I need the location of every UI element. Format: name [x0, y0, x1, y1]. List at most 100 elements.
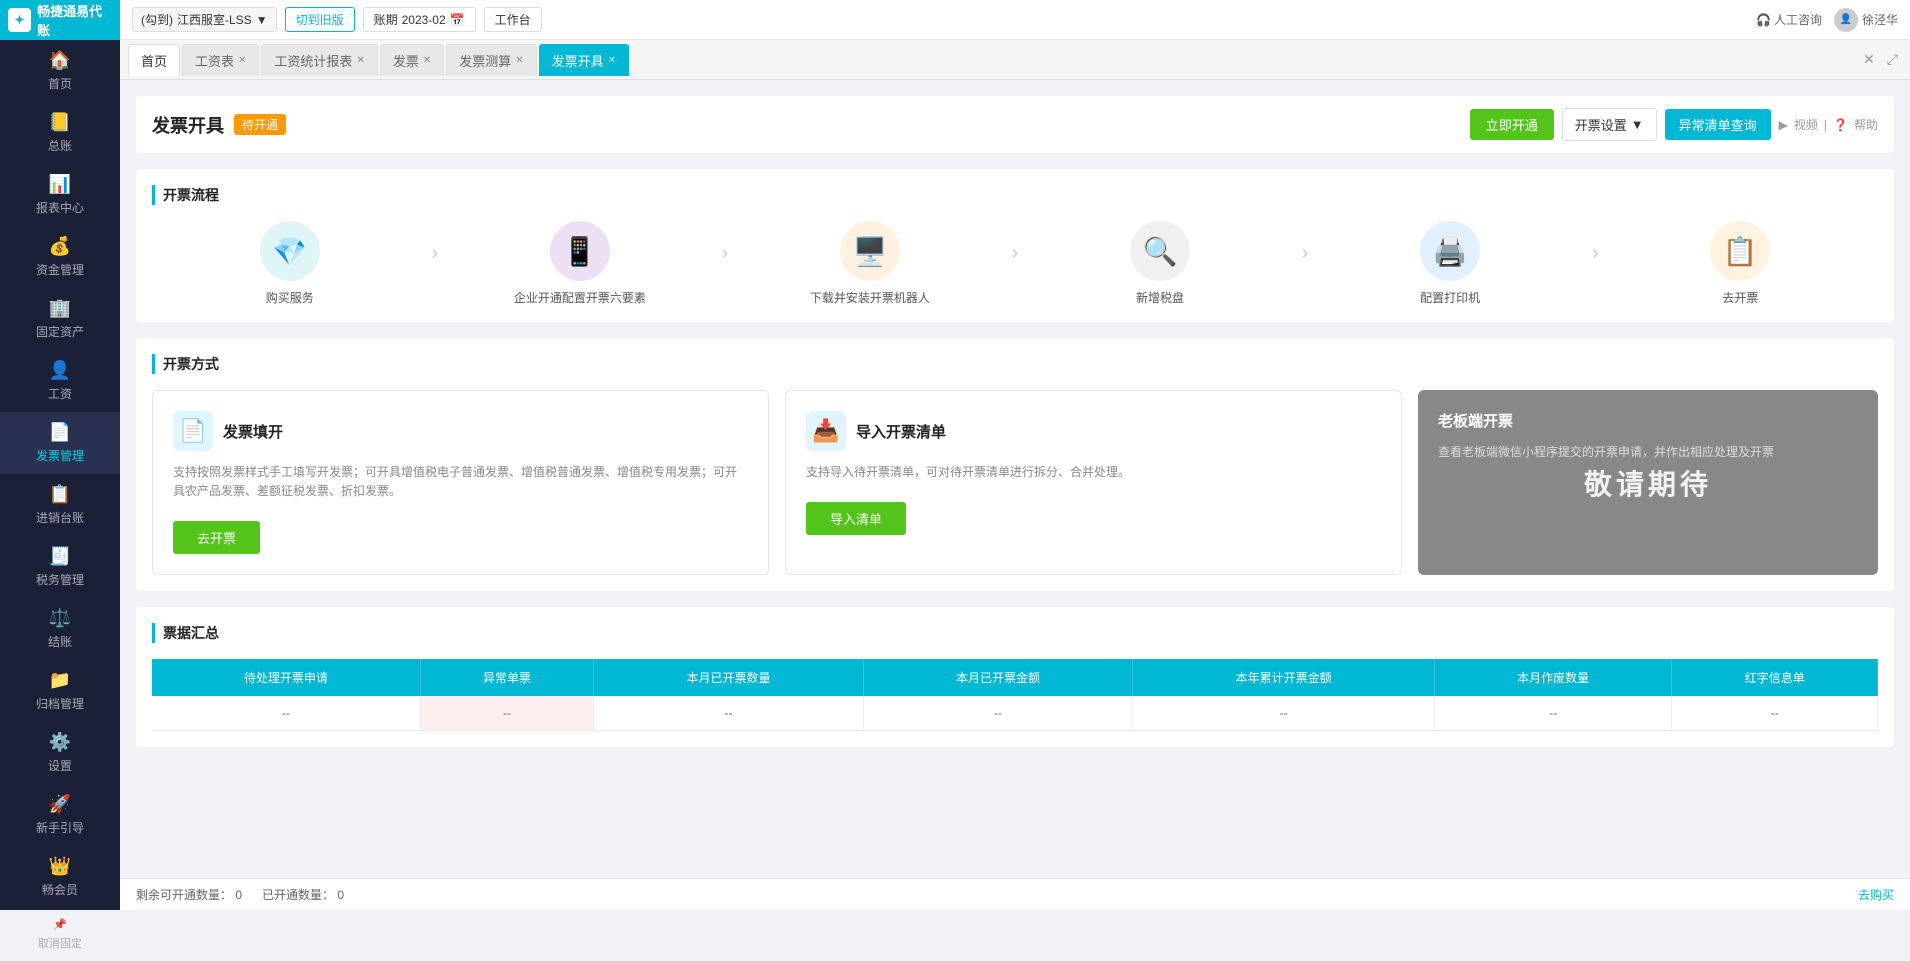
sidebar-item-guide[interactable]: 🚀 新手引导 [0, 784, 120, 846]
flow-arrow-1: › [431, 242, 438, 285]
coming-soon-text: 敬请期待 [1584, 463, 1712, 503]
method-cards: 📄 发票填开 支持按照发票样式手工填写开发票；可开具增值税电子普通发票、增值税普… [152, 390, 1878, 575]
salary-icon: 👤 [49, 360, 71, 381]
buy-link[interactable]: 去购买 [1858, 886, 1894, 903]
fill-card-btn[interactable]: 去开票 [173, 521, 260, 554]
sidebar-item-purchase[interactable]: 📋 进销台账 [0, 474, 120, 536]
col-void-qty: 本月作废数量 [1434, 659, 1672, 696]
sidebar-label-settings: 设置 [48, 757, 72, 774]
flow-step-setup[interactable]: 📱 企业开通配置开票六要素 [442, 221, 717, 306]
topbar: (勾到) 江西服室-LSS ▼ 切到旧版 账期 2023-02 📅 工作台 🎧 … [120, 0, 1910, 40]
workspace-btn[interactable]: 工作台 [484, 7, 542, 32]
flow-step-buy-label: 购买服务 [266, 289, 314, 306]
tab-invoice-calc[interactable]: 发票测算 ✕ [446, 44, 536, 76]
sidebar-item-tax[interactable]: 🧾 税务管理 [0, 536, 120, 598]
tabbar-actions: ✕ ⤢ [1859, 49, 1902, 70]
page-tools: ▶ 视频 | ❓ 帮助 [1779, 116, 1878, 133]
pin-icon: 📌 [53, 918, 67, 931]
flow-step-printer[interactable]: 🖨️ 配置打印机 [1312, 221, 1587, 306]
abnormal-query-btn[interactable]: 异常清单查询 [1665, 109, 1771, 140]
flow-section: 开票流程 💎 购买服务 › 📱 企业开通配置开票六要素 › 🖥️ 下载并安装开票… [136, 169, 1894, 322]
restore-tab-btn[interactable]: ⤢ [1883, 49, 1902, 70]
tab-invoice-calc-close[interactable]: ✕ [515, 55, 523, 66]
sidebar-item-archive[interactable]: 📁 归档管理 [0, 660, 120, 722]
statusbar-left: 剩余可开通数量： 0 已开通数量： 0 [136, 886, 344, 903]
flow-arrow-2: › [722, 242, 729, 285]
support-btn[interactable]: 🎧 人工咨询 [1756, 11, 1822, 28]
sidebar-item-reports[interactable]: 📊 报表中心 [0, 164, 120, 226]
video-tool-icon: ▶ [1779, 118, 1788, 132]
switch-to-old-btn[interactable]: 切到旧版 [285, 7, 355, 32]
video-tool-label[interactable]: 视频 [1794, 116, 1818, 133]
user-name: 徐泾华 [1862, 11, 1898, 28]
flow-step-taxbox-label: 新增税盘 [1136, 289, 1184, 306]
sidebar-item-invoice[interactable]: 📄 发票管理 [0, 412, 120, 474]
flow-step-issue[interactable]: 📋 去开票 [1603, 221, 1878, 306]
main-area: (勾到) 江西服室-LSS ▼ 切到旧版 账期 2023-02 📅 工作台 🎧 … [120, 0, 1910, 910]
page-header: 发票开具 待开通 立即开通 开票设置 ▼ 异常清单查询 ▶ 视频 | ❓ 帮助 [136, 96, 1894, 153]
flow-step-setup-label: 企业开通配置开票六要素 [514, 289, 646, 306]
tab-salary-stats[interactable]: 工资统计报表 ✕ [261, 44, 377, 76]
sidebar-item-home[interactable]: 🏠 首页 [0, 40, 120, 102]
page-content: 发票开具 待开通 立即开通 开票设置 ▼ 异常清单查询 ▶ 视频 | ❓ 帮助 [120, 80, 1910, 878]
pin-toggle[interactable]: 📌 取消固定 [0, 908, 120, 961]
fill-card-title: 发票填开 [223, 421, 283, 442]
tab-invoice-issue[interactable]: 发票开具 ✕ [539, 44, 629, 76]
topbar-left: (勾到) 江西服室-LSS ▼ 切到旧版 账期 2023-02 📅 工作台 [132, 7, 542, 32]
flow-step-download[interactable]: 🖥️ 下载并安装开票机器人 [732, 221, 1007, 306]
sidebar-label-invoice: 发票管理 [36, 447, 84, 464]
tab-salary-stats-close[interactable]: ✕ [356, 55, 364, 66]
sidebar-item-salary[interactable]: 👤 工资 [0, 350, 120, 412]
sidebar-item-funds[interactable]: 💰 资金管理 [0, 226, 120, 288]
method-card-import: 📥 导入开票清单 支持导入待开票清单，可对待开票清单进行拆分、合并处理。 导入清… [785, 390, 1402, 575]
sidebar-item-ledger[interactable]: 📒 总账 [0, 102, 120, 164]
flow-step-taxbox-icon: 🔍 [1130, 221, 1190, 281]
col-month-qty: 本月已开票数量 [594, 659, 864, 696]
old-card-overlay: 敬请期待 [1418, 390, 1878, 575]
app-logo: ✦ 畅捷通易代账 [0, 0, 120, 40]
tab-salary-table[interactable]: 工资表 ✕ [182, 44, 259, 76]
home-icon: 🏠 [49, 50, 71, 71]
sidebar-label-purchase: 进销台账 [36, 509, 84, 526]
flow-step-printer-icon: 🖨️ [1420, 221, 1480, 281]
opened-value: 0 [337, 888, 344, 902]
flow-section-title: 开票流程 [152, 185, 1878, 205]
fill-card-desc: 支持按照发票样式手工填写开发票；可开具增值税电子普通发票、增值税普通发票、增值税… [173, 463, 748, 501]
sidebar-item-vip[interactable]: 👑 畅会员 [0, 846, 120, 908]
topbar-right: 🎧 人工咨询 👤 徐泾华 [1756, 8, 1898, 32]
page-actions: 立即开通 开票设置 ▼ 异常清单查询 ▶ 视频 | ❓ 帮助 [1470, 108, 1878, 141]
sidebar-label-salary: 工资 [48, 385, 72, 402]
method-card-fill: 📄 发票填开 支持按照发票样式手工填写开发票；可开具增值税电子普通发票、增值税普… [152, 390, 769, 575]
flow-step-printer-label: 配置打印机 [1420, 289, 1480, 306]
col-year-amount: 本年累计开票金额 [1133, 659, 1435, 696]
pin-label: 取消固定 [38, 935, 82, 951]
cell-abnormal: -- [420, 696, 593, 731]
help-label[interactable]: 帮助 [1854, 116, 1878, 133]
tab-invoice-issue-close[interactable]: ✕ [608, 55, 616, 66]
tax-icon: 🧾 [49, 546, 71, 567]
sidebar-item-settings[interactable]: ⚙️ 设置 [0, 722, 120, 784]
sidebar-item-settle[interactable]: ⚖️ 结账 [0, 598, 120, 660]
flow-step-buy[interactable]: 💎 购买服务 [152, 221, 427, 306]
company-selector[interactable]: (勾到) 江西服室-LSS ▼ [132, 7, 277, 32]
flow-arrow-3: › [1012, 242, 1019, 285]
sidebar-item-assets[interactable]: 🏢 固定资产 [0, 288, 120, 350]
open-now-btn[interactable]: 立即开通 [1470, 109, 1554, 140]
flow-step-taxbox[interactable]: 🔍 新增税盘 [1022, 221, 1297, 306]
flow-arrow-4: › [1302, 242, 1309, 285]
tab-invoice-list[interactable]: 发票 ✕ [380, 44, 444, 76]
flow-step-buy-icon: 💎 [260, 221, 320, 281]
user-profile[interactable]: 👤 徐泾华 [1834, 8, 1898, 32]
import-card-btn[interactable]: 导入清单 [806, 502, 906, 535]
col-pending: 待处理开票申请 [152, 659, 420, 696]
tab-home[interactable]: 首页 [128, 44, 180, 76]
open-settings-btn[interactable]: 开票设置 ▼ [1562, 108, 1657, 141]
tab-salary-table-close[interactable]: ✕ [238, 55, 246, 66]
company-dropdown-icon: ▼ [256, 13, 268, 27]
flow-step-setup-icon: 📱 [550, 221, 610, 281]
period-selector[interactable]: 账期 2023-02 📅 [363, 7, 476, 32]
close-tab-btn[interactable]: ✕ [1859, 49, 1879, 70]
tab-invoice-list-close[interactable]: ✕ [423, 55, 431, 66]
method-section-title: 开票方式 [152, 354, 1878, 374]
remaining-value: 0 [235, 888, 242, 902]
